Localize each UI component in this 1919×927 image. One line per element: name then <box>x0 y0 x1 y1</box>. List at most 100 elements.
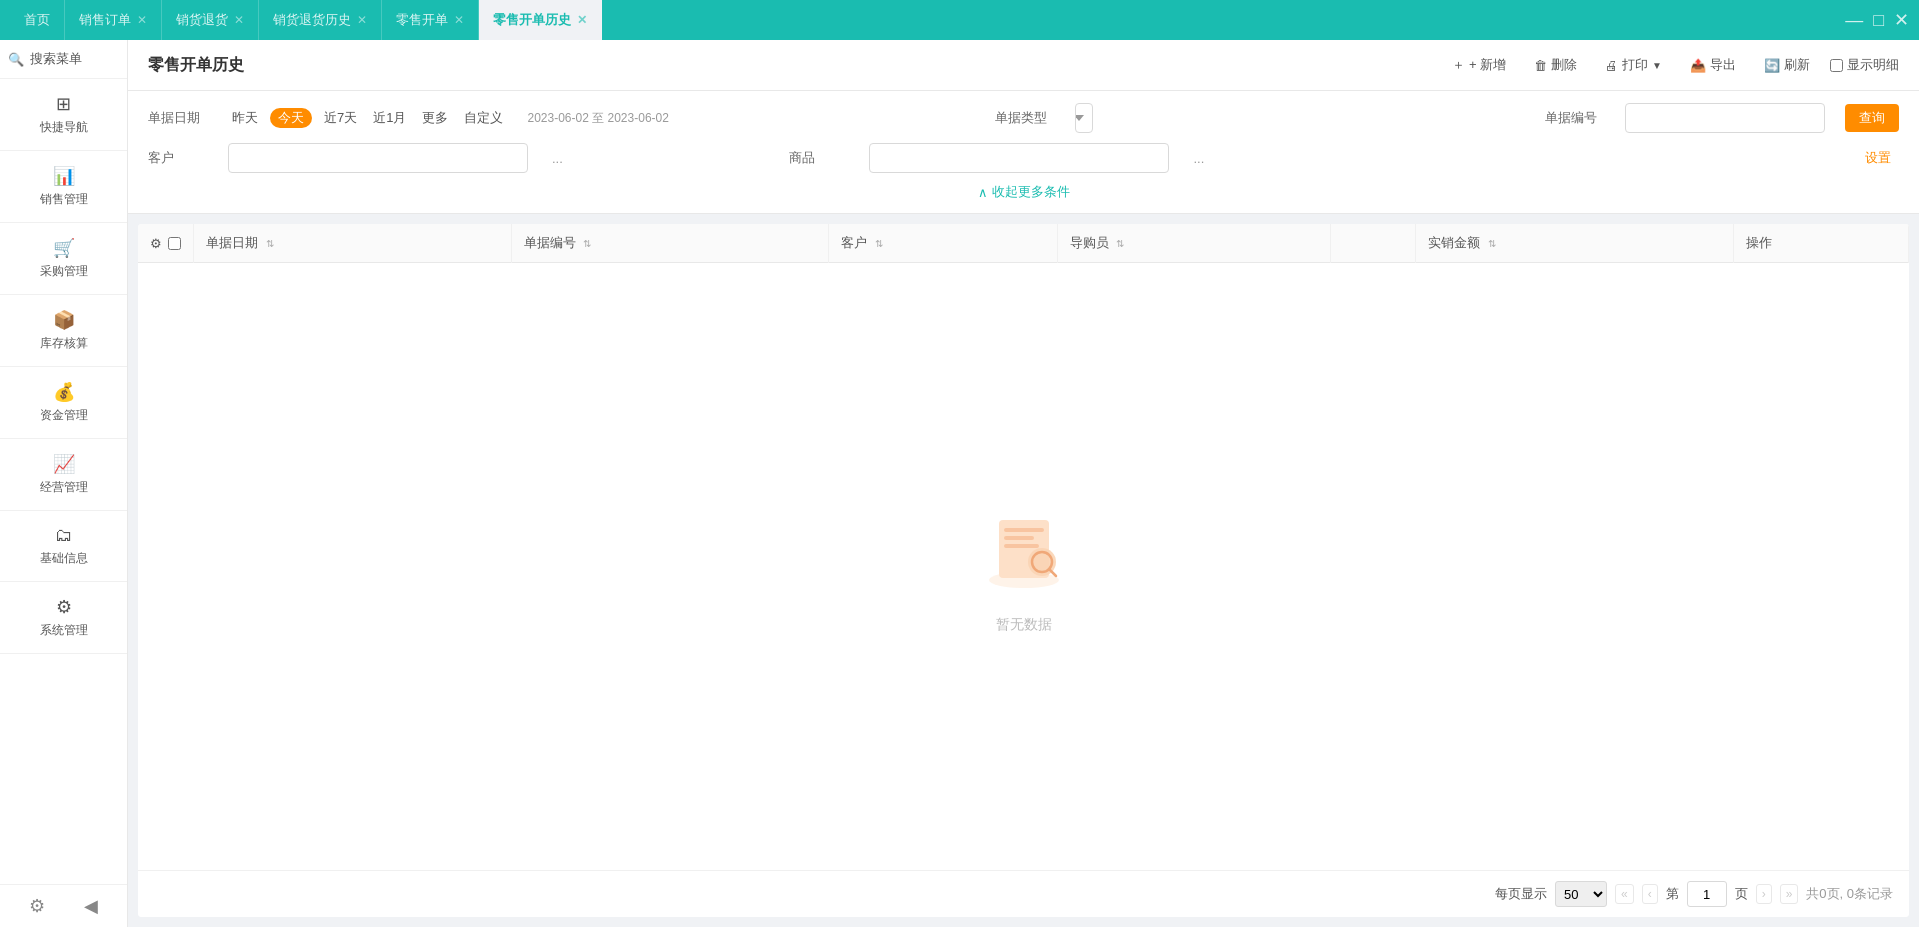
tab-close-sales-order[interactable]: ✕ <box>137 13 147 27</box>
window-maximize-icon[interactable]: □ <box>1873 10 1884 31</box>
sidebar-item-quick-nav[interactable]: ⊞ 快捷导航 <box>0 79 127 151</box>
th-action: 操作 <box>1734 224 1909 263</box>
next-page-btn[interactable]: › <box>1756 884 1772 904</box>
date-shortcut-近1月[interactable]: 近1月 <box>369 108 410 128</box>
settings-col-icon[interactable]: ⚙ <box>150 236 162 251</box>
goods-more-icon[interactable]: ... <box>1189 151 1208 166</box>
window-controls: — □ ✕ <box>1845 9 1909 31</box>
sidebar-item-sales-mgmt[interactable]: 📊销售管理 <box>0 151 127 223</box>
sidebar-label-purchase-mgmt: 采购管理 <box>40 263 88 280</box>
page-size-select[interactable]: 102050100 <box>1555 881 1607 907</box>
date-range: 2023-06-02 至 2023-06-02 <box>527 110 668 127</box>
add-button[interactable]: ＋ + 新增 <box>1444 52 1514 78</box>
number-input[interactable] <box>1625 103 1825 133</box>
type-select[interactable] <box>1075 103 1093 133</box>
svg-rect-2 <box>1004 528 1044 532</box>
customer-more-icon[interactable]: ... <box>548 151 567 166</box>
sidebar-icon-finance: 💰 <box>53 381 75 403</box>
collapse-row: ∧ 收起更多条件 <box>148 183 1899 201</box>
goods-input[interactable] <box>869 143 1169 173</box>
tab-close-sales-return[interactable]: ✕ <box>234 13 244 27</box>
date-shortcut-今天[interactable]: 今天 <box>270 108 312 128</box>
number-label: 单据编号 <box>1545 109 1605 127</box>
page-size-label: 每页显示 <box>1495 885 1547 903</box>
settings-button[interactable]: 设置 <box>1857 145 1899 171</box>
sidebar-icon-quick-nav: ⊞ <box>56 93 71 115</box>
table-container: ⚙ 单据日期 ⇅ 单据编号 ⇅ <box>138 224 1909 917</box>
sidebar: 🔍 搜索菜单 ⊞ 快捷导航 📊销售管理 🛒 采购管理 📦 库存核算 💰资金管理📈经营管理🗂基础… <box>0 40 128 927</box>
delete-button[interactable]: 🗑 删除 <box>1526 52 1585 78</box>
tab-sales-return-history[interactable]: 销货退货历史✕ <box>259 0 382 40</box>
tab-close-sales-return-history[interactable]: ✕ <box>357 13 367 27</box>
tab-bar: 首页销售订单✕销货退货✕销货退货历史✕ 零售开单 ✕ 零售开单历史 ✕ <box>10 0 1845 40</box>
page-suffix: 页 <box>1735 885 1748 903</box>
filter-row-1: 单据日期 昨天今天近7天近1月更多自定义 2023-06-02 至 2023-0… <box>148 103 1899 133</box>
refresh-button[interactable]: 🔄 刷新 <box>1756 52 1818 78</box>
sidebar-items: ⊞ 快捷导航 📊销售管理 🛒 采购管理 📦 库存核算 💰资金管理📈经营管理🗂基础信息⚙系统管理 <box>0 79 127 654</box>
goods-label: 商品 <box>789 149 849 167</box>
th-amount: 实销金额 ⇅ <box>1416 224 1734 263</box>
export-button[interactable]: 📤 导出 <box>1682 52 1744 78</box>
sidebar-item-system[interactable]: ⚙系统管理 <box>0 582 127 654</box>
window-close-icon[interactable]: ✕ <box>1894 9 1909 31</box>
sidebar-label-basic-info: 基础信息 <box>40 550 88 567</box>
page-title: 零售开单历史 <box>148 55 244 76</box>
show-detail-checkbox[interactable] <box>1830 59 1843 72</box>
query-button[interactable]: 查询 <box>1845 104 1899 132</box>
collapse-button[interactable]: ∧ 收起更多条件 <box>978 183 1070 201</box>
tab-sales-order[interactable]: 销售订单✕ <box>65 0 162 40</box>
tab-close-retail-open[interactable]: ✕ <box>454 13 464 27</box>
sort-customer-icon[interactable]: ⇅ <box>875 238 883 249</box>
sidebar-label-quick-nav: 快捷导航 <box>40 119 88 136</box>
sidebar-collapse-icon[interactable]: ◀ <box>84 895 98 917</box>
date-shortcut-更多[interactable]: 更多 <box>418 108 452 128</box>
prev-page-btn[interactable]: ‹ <box>1642 884 1658 904</box>
sidebar-settings-icon[interactable]: ⚙ <box>29 895 45 917</box>
data-table: ⚙ 单据日期 ⇅ 单据编号 ⇅ <box>138 224 1909 263</box>
date-shortcut-自定义[interactable]: 自定义 <box>460 108 507 128</box>
tab-home[interactable]: 首页 <box>10 0 65 40</box>
select-all-checkbox[interactable] <box>168 237 181 250</box>
window-minimize-icon[interactable]: — <box>1845 10 1863 31</box>
tab-label: 零售开单 <box>396 11 448 29</box>
th-number: 单据编号 ⇅ <box>511 224 829 263</box>
print-button[interactable]: 🖨 打印 ▼ <box>1597 52 1670 78</box>
tab-close-retail-open-history[interactable]: ✕ <box>577 13 587 27</box>
last-page-btn[interactable]: » <box>1780 884 1799 904</box>
svg-rect-3 <box>1004 536 1034 540</box>
sidebar-item-inventory[interactable]: 📦 库存核算 <box>0 295 127 367</box>
add-icon: ＋ <box>1452 56 1465 74</box>
page-input[interactable] <box>1687 881 1727 907</box>
sort-date-icon[interactable]: ⇅ <box>266 238 274 249</box>
page-label: 第 <box>1666 885 1679 903</box>
delete-icon: 🗑 <box>1534 58 1547 73</box>
first-page-btn[interactable]: « <box>1615 884 1634 904</box>
filter-section: 单据日期 昨天今天近7天近1月更多自定义 2023-06-02 至 2023-0… <box>128 91 1919 214</box>
sort-guide-icon[interactable]: ⇅ <box>1116 238 1124 249</box>
sidebar-label-system: 系统管理 <box>40 622 88 639</box>
sidebar-item-purchase-mgmt[interactable]: 🛒 采购管理 <box>0 223 127 295</box>
sidebar-search[interactable]: 🔍 搜索菜单 <box>0 40 127 79</box>
date-shortcuts: 昨天今天近7天近1月更多自定义 <box>228 108 507 128</box>
print-icon: 🖨 <box>1605 58 1618 73</box>
date-label: 单据日期 <box>148 109 208 127</box>
tab-retail-open-history[interactable]: 零售开单历史 ✕ <box>479 0 602 40</box>
main-layout: 🔍 搜索菜单 ⊞ 快捷导航 📊销售管理 🛒 采购管理 📦 库存核算 💰资金管理📈经营管理🗂基础… <box>0 40 1919 927</box>
sidebar-item-basic-info[interactable]: 🗂基础信息 <box>0 511 127 582</box>
sort-number-icon[interactable]: ⇅ <box>583 238 591 249</box>
show-detail-toggle[interactable]: 显示明细 <box>1830 56 1899 74</box>
tab-sales-return[interactable]: 销货退货✕ <box>162 0 259 40</box>
date-shortcut-近7天[interactable]: 近7天 <box>320 108 361 128</box>
sidebar-item-operations[interactable]: 📈经营管理 <box>0 439 127 511</box>
th-date: 单据日期 ⇅ <box>194 224 512 263</box>
customer-label: 客户 <box>148 149 208 167</box>
tab-retail-open[interactable]: 零售开单 ✕ <box>382 0 479 40</box>
sidebar-icon-inventory: 📦 <box>53 309 75 331</box>
date-shortcut-昨天[interactable]: 昨天 <box>228 108 262 128</box>
sidebar-label-inventory: 库存核算 <box>40 335 88 352</box>
tab-label: 零售开单历史 <box>493 11 571 29</box>
customer-input[interactable] <box>228 143 528 173</box>
sidebar-item-finance[interactable]: 💰资金管理 <box>0 367 127 439</box>
sidebar-icon-purchase-mgmt: 🛒 <box>53 237 75 259</box>
sort-amount-icon[interactable]: ⇅ <box>1488 238 1496 249</box>
